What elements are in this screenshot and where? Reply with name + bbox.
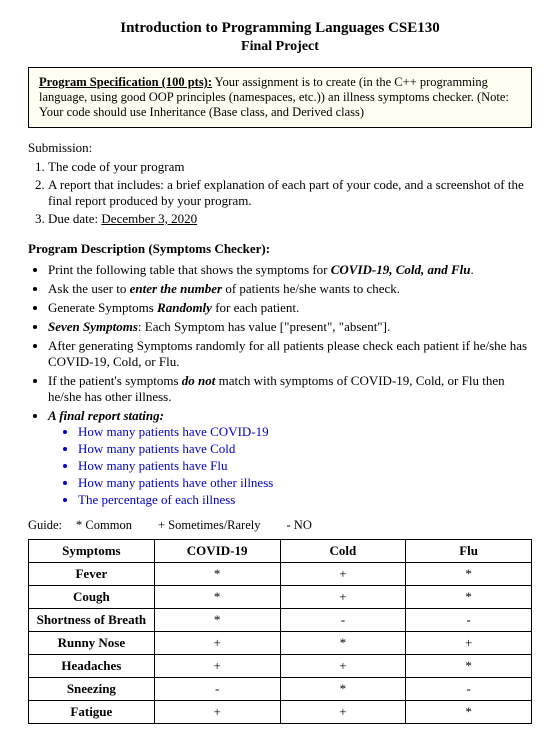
report-item-1: How many patients have COVID-19 xyxy=(78,424,532,440)
spec-title: Program Specification (100 pts): xyxy=(39,75,212,89)
cell-symptom: Shortness of Breath xyxy=(29,609,155,632)
col-symptoms: Symptoms xyxy=(29,540,155,563)
report-item-2: How many patients have Cold xyxy=(78,441,532,457)
table-row: Fever*+* xyxy=(29,563,532,586)
table-body: Fever*+*Cough*+*Shortness of Breath*--Ru… xyxy=(29,563,532,724)
table-row: Runny Nose+*+ xyxy=(29,632,532,655)
bullet-6: If the patient's symptoms do not match w… xyxy=(48,373,532,405)
bullet-3: Generate Symptoms Randomly for each pati… xyxy=(48,300,532,316)
final-report-list: How many patients have COVID-19 How many… xyxy=(78,424,532,508)
table-header-row: Symptoms COVID-19 Cold Flu xyxy=(29,540,532,563)
cell-cold: - xyxy=(280,609,406,632)
guide-row: Guide: * Common + Sometimes/Rarely - NO xyxy=(28,518,532,533)
report-item-3: How many patients have Flu xyxy=(78,458,532,474)
submission-label: Submission: xyxy=(28,140,532,156)
submission-item-2: A report that includes: a brief explanat… xyxy=(48,177,532,209)
cell-symptom: Runny Nose xyxy=(29,632,155,655)
guide-sometimes: + Sometimes/Rarely xyxy=(158,518,261,533)
guide-common: * Common xyxy=(76,518,132,533)
due-date: December 3, 2020 xyxy=(101,211,197,226)
cell-covid: * xyxy=(154,563,280,586)
cell-flu: - xyxy=(406,678,532,701)
submission-item-3: Due date: December 3, 2020 xyxy=(48,211,532,227)
table-row: Fatigue++* xyxy=(29,701,532,724)
cell-symptom: Sneezing xyxy=(29,678,155,701)
cell-symptom: Fatigue xyxy=(29,701,155,724)
cell-flu: - xyxy=(406,609,532,632)
cell-cold: * xyxy=(280,632,406,655)
cell-flu: * xyxy=(406,655,532,678)
report-item-4: How many patients have other illness xyxy=(78,475,532,491)
cell-cold: * xyxy=(280,678,406,701)
cell-covid: - xyxy=(154,678,280,701)
desc-bullets: Print the following table that shows the… xyxy=(48,262,532,508)
table-row: Cough*+* xyxy=(29,586,532,609)
submission-list: The code of your program A report that i… xyxy=(48,159,532,227)
page-subtitle: Final Project xyxy=(28,39,532,55)
cell-flu: * xyxy=(406,563,532,586)
report-item-5: The percentage of each illness xyxy=(78,492,532,508)
table-row: Headaches++* xyxy=(29,655,532,678)
cell-covid: + xyxy=(154,655,280,678)
col-covid: COVID-19 xyxy=(154,540,280,563)
table-row: Sneezing-*- xyxy=(29,678,532,701)
cell-covid: * xyxy=(154,609,280,632)
bullet-1: Print the following table that shows the… xyxy=(48,262,532,278)
desc-title: Program Description (Symptoms Checker): xyxy=(28,241,532,257)
guide-label: Guide: xyxy=(28,518,62,533)
cell-flu: * xyxy=(406,701,532,724)
submission-section: Submission: The code of your program A r… xyxy=(28,140,532,227)
bullet-7: A final report stating: How many patient… xyxy=(48,408,532,508)
cell-symptom: Cough xyxy=(29,586,155,609)
symptoms-table: Symptoms COVID-19 Cold Flu Fever*+*Cough… xyxy=(28,539,532,724)
cell-cold: + xyxy=(280,563,406,586)
col-cold: Cold xyxy=(280,540,406,563)
bullet-4: Seven Symptoms: Each Symptom has value [… xyxy=(48,319,532,335)
col-flu: Flu xyxy=(406,540,532,563)
cell-symptom: Headaches xyxy=(29,655,155,678)
table-row: Shortness of Breath*-- xyxy=(29,609,532,632)
cell-flu: + xyxy=(406,632,532,655)
program-description: Program Description (Symptoms Checker): … xyxy=(28,241,532,508)
cell-cold: + xyxy=(280,586,406,609)
cell-flu: * xyxy=(406,586,532,609)
cell-covid: * xyxy=(154,586,280,609)
bullet-5: After generating Symptoms randomly for a… xyxy=(48,338,532,370)
bullet-2: Ask the user to enter the number of pati… xyxy=(48,281,532,297)
guide-no: - NO xyxy=(287,518,312,533)
cell-covid: + xyxy=(154,632,280,655)
cell-symptom: Fever xyxy=(29,563,155,586)
cell-cold: + xyxy=(280,655,406,678)
submission-item-1: The code of your program xyxy=(48,159,532,175)
cell-cold: + xyxy=(280,701,406,724)
cell-covid: + xyxy=(154,701,280,724)
spec-box: Program Specification (100 pts): Your as… xyxy=(28,67,532,128)
page-title: Introduction to Programming Languages CS… xyxy=(28,20,532,37)
